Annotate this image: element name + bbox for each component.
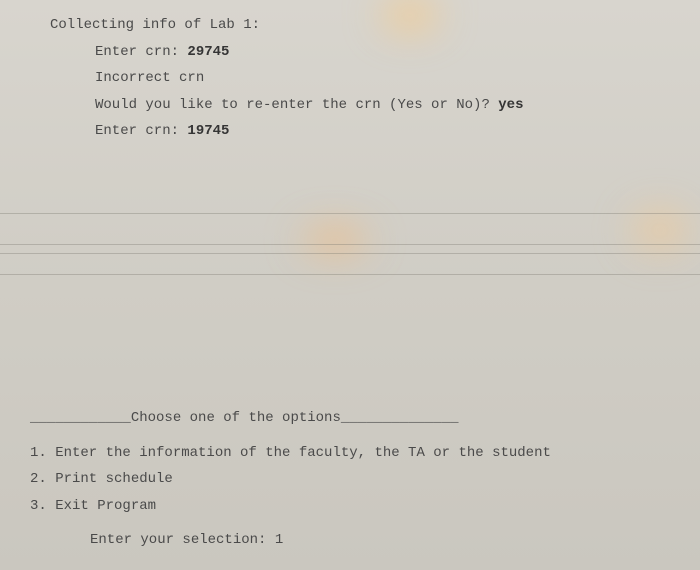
- horizontal-rule: [0, 244, 700, 245]
- enter-crn-line-1: Enter crn: 29745: [95, 39, 700, 66]
- enter-crn-line-2: Enter crn: 19745: [95, 118, 700, 145]
- menu-item-3[interactable]: 3. Exit Program: [30, 493, 700, 520]
- horizontal-rule: [0, 274, 700, 275]
- menu-item-2[interactable]: 2. Print schedule: [30, 466, 700, 493]
- horizontal-rule: [0, 213, 700, 214]
- menu-title-line: ____________Choose one of the options___…: [30, 405, 700, 432]
- collecting-header: Collecting info of Lab 1:: [50, 12, 700, 39]
- lab-info-block: Collecting info of Lab 1: Enter crn: 297…: [0, 12, 700, 145]
- menu-item-1[interactable]: 1. Enter the information of the faculty,…: [30, 440, 700, 467]
- reenter-prompt: Would you like to re-enter the crn (Yes …: [95, 97, 498, 113]
- horizontal-rule: [0, 253, 700, 254]
- crn-input-1[interactable]: 29745: [187, 44, 229, 60]
- menu-title: Choose one of the options: [131, 410, 341, 426]
- reenter-answer-input[interactable]: yes: [498, 97, 523, 113]
- blank-region: [0, 213, 700, 393]
- selection-input[interactable]: 1: [275, 532, 283, 548]
- underscore-left: ____________: [30, 410, 131, 426]
- reenter-line: Would you like to re-enter the crn (Yes …: [95, 92, 700, 119]
- crn-input-2[interactable]: 19745: [187, 123, 229, 139]
- enter-crn-label-2: Enter crn:: [95, 123, 187, 139]
- menu-block: ____________Choose one of the options___…: [0, 393, 700, 554]
- incorrect-crn-message: Incorrect crn: [95, 65, 700, 92]
- selection-label: Enter your selection:: [90, 532, 275, 548]
- underscore-right: ______________: [341, 410, 459, 426]
- selection-line: Enter your selection: 1: [30, 527, 700, 554]
- enter-crn-label: Enter crn:: [95, 44, 187, 60]
